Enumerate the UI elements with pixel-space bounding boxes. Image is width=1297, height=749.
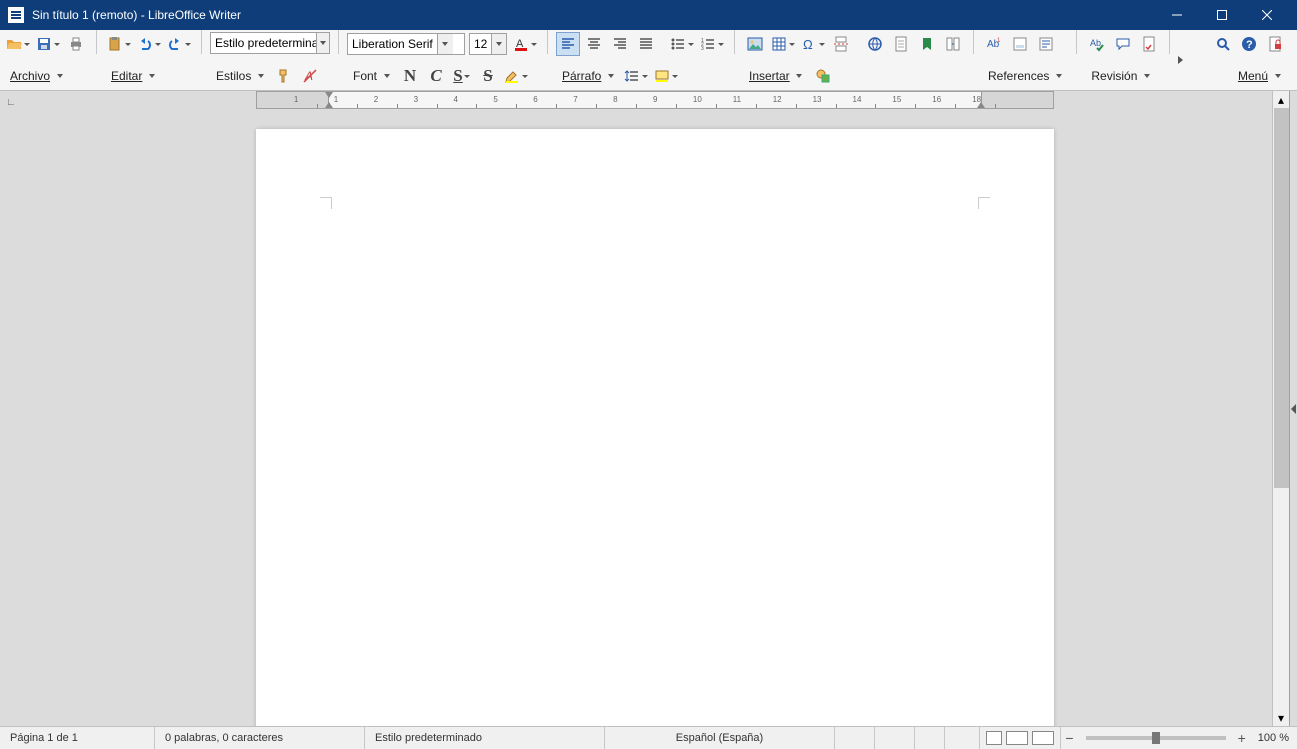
status-page[interactable]: Página 1 de 1 (0, 727, 155, 749)
toolbar: Archivo Editar Estilo predeterminado Est… (0, 30, 1297, 91)
vertical-scrollbar[interactable]: ▴ ▾ (1272, 91, 1289, 726)
insert-hyperlink-button[interactable] (863, 32, 887, 56)
zoom-out-button[interactable]: − (1061, 730, 1077, 746)
book-view-icon[interactable] (1032, 731, 1054, 745)
status-signature[interactable] (915, 727, 945, 749)
line-spacing-button[interactable] (622, 64, 650, 88)
svg-text:3: 3 (701, 46, 704, 52)
document-area[interactable]: 11234567891011121314151618 (20, 91, 1272, 726)
svg-text:1: 1 (997, 38, 1001, 44)
insert-symbol-button[interactable]: Ω (799, 32, 827, 56)
editar-menu[interactable]: Editar (105, 64, 161, 88)
align-right-button[interactable] (608, 32, 632, 56)
redo-button[interactable] (165, 32, 193, 56)
print-button[interactable] (64, 32, 88, 56)
statusbar: Página 1 de 1 0 palabras, 0 caracteres E… (0, 726, 1297, 749)
readonly-button[interactable] (1263, 32, 1287, 56)
clone-formatting-button[interactable] (272, 64, 296, 88)
insert-crossref-button[interactable] (941, 32, 965, 56)
bullet-list-button[interactable] (668, 32, 696, 56)
multi-page-view-icon[interactable] (1006, 731, 1028, 745)
window-title: Sin título 1 (remoto) - LibreOffice Writ… (32, 8, 1154, 22)
scroll-up-button[interactable]: ▴ (1273, 91, 1289, 108)
align-left-button[interactable] (556, 32, 580, 56)
comment-button[interactable] (1111, 32, 1135, 56)
strikethrough-button[interactable]: S (476, 64, 500, 88)
insert-pagebreak-button[interactable] (829, 32, 853, 56)
toolbar-expand-button[interactable] (1174, 30, 1186, 90)
insert-bookmark-button[interactable] (915, 32, 939, 56)
paragraph-bgcolor-button[interactable] (652, 64, 680, 88)
undo-button[interactable] (135, 32, 163, 56)
clear-formatting-button[interactable]: A (298, 64, 322, 88)
document-icon (8, 7, 24, 23)
view-layout-buttons[interactable] (980, 727, 1061, 749)
font-name-combo[interactable]: Liberation Serif (347, 33, 465, 55)
status-language[interactable]: Español (España) (605, 727, 835, 749)
status-wordcount[interactable]: 0 palabras, 0 caracteres (155, 727, 365, 749)
status-style[interactable]: Estilo predeterminado (365, 727, 605, 749)
font-size-combo[interactable]: 12 (469, 33, 507, 55)
index-button[interactable] (1034, 32, 1058, 56)
insert-table-button[interactable] (769, 32, 797, 56)
open-button[interactable] (4, 32, 32, 56)
insert-image-button[interactable] (743, 32, 767, 56)
close-button[interactable] (1244, 0, 1289, 30)
insert-field-button[interactable] (889, 32, 913, 56)
workspace: ∟ 11234567891011121314151618 ▴ ▾ (0, 91, 1297, 726)
trackchanges-button[interactable] (1137, 32, 1161, 56)
minimize-button[interactable] (1154, 0, 1199, 30)
status-selmode[interactable] (875, 727, 915, 749)
italic-button[interactable]: C (424, 64, 448, 88)
estilos-menu[interactable]: Estilos (210, 64, 270, 88)
help-button[interactable]: ? (1237, 32, 1261, 56)
left-gutter: ∟ (0, 91, 20, 726)
spellcheck-button[interactable]: Ab (1085, 32, 1109, 56)
align-center-button[interactable] (582, 32, 606, 56)
insert-drawfunctions-button[interactable] (811, 64, 835, 88)
references-menu[interactable]: References (982, 64, 1068, 88)
parrafo-menu[interactable]: Párrafo (556, 64, 620, 88)
svg-text:Ω: Ω (803, 37, 813, 52)
font-color-button[interactable]: A (511, 32, 539, 56)
horizontal-ruler[interactable]: 11234567891011121314151618 (256, 91, 1054, 109)
style-combo[interactable]: Estilo predeterminado (210, 32, 330, 54)
maximize-button[interactable] (1199, 0, 1244, 30)
bold-button[interactable]: N (398, 64, 422, 88)
svg-text:?: ? (1246, 39, 1253, 51)
scroll-down-button[interactable]: ▾ (1273, 709, 1289, 726)
zoom-in-button[interactable]: + (1234, 730, 1250, 746)
underline-button[interactable]: S (450, 64, 474, 88)
revision-menu[interactable]: Revisión (1085, 64, 1156, 88)
archivo-menu[interactable]: Archivo (4, 64, 69, 88)
insertar-menu[interactable]: Insertar (743, 64, 809, 88)
save-button[interactable] (34, 32, 62, 56)
paste-button[interactable] (105, 32, 133, 56)
font-menu[interactable]: Font (347, 64, 396, 88)
zoom-percent[interactable]: 100 % (1250, 727, 1297, 749)
number-list-button[interactable]: 123 (698, 32, 726, 56)
page[interactable] (256, 129, 1054, 726)
single-page-view-icon[interactable] (986, 731, 1002, 745)
margin-mark-tl (320, 197, 332, 209)
titlebar: Sin título 1 (remoto) - LibreOffice Writ… (0, 0, 1297, 30)
find-button[interactable] (1211, 32, 1235, 56)
status-insertmode[interactable] (835, 727, 875, 749)
align-justify-button[interactable] (634, 32, 658, 56)
endnote-button[interactable] (1008, 32, 1032, 56)
sidepanel-handle[interactable] (1289, 91, 1297, 726)
zoom-slider[interactable] (1086, 736, 1226, 740)
highlight-button[interactable] (502, 64, 530, 88)
menu-menu[interactable]: Menú (1232, 64, 1287, 88)
margin-mark-tr (978, 197, 990, 209)
svg-text:Ab: Ab (1090, 38, 1101, 48)
scroll-thumb[interactable] (1274, 108, 1289, 488)
footnote-button[interactable]: Ab1 (982, 32, 1006, 56)
